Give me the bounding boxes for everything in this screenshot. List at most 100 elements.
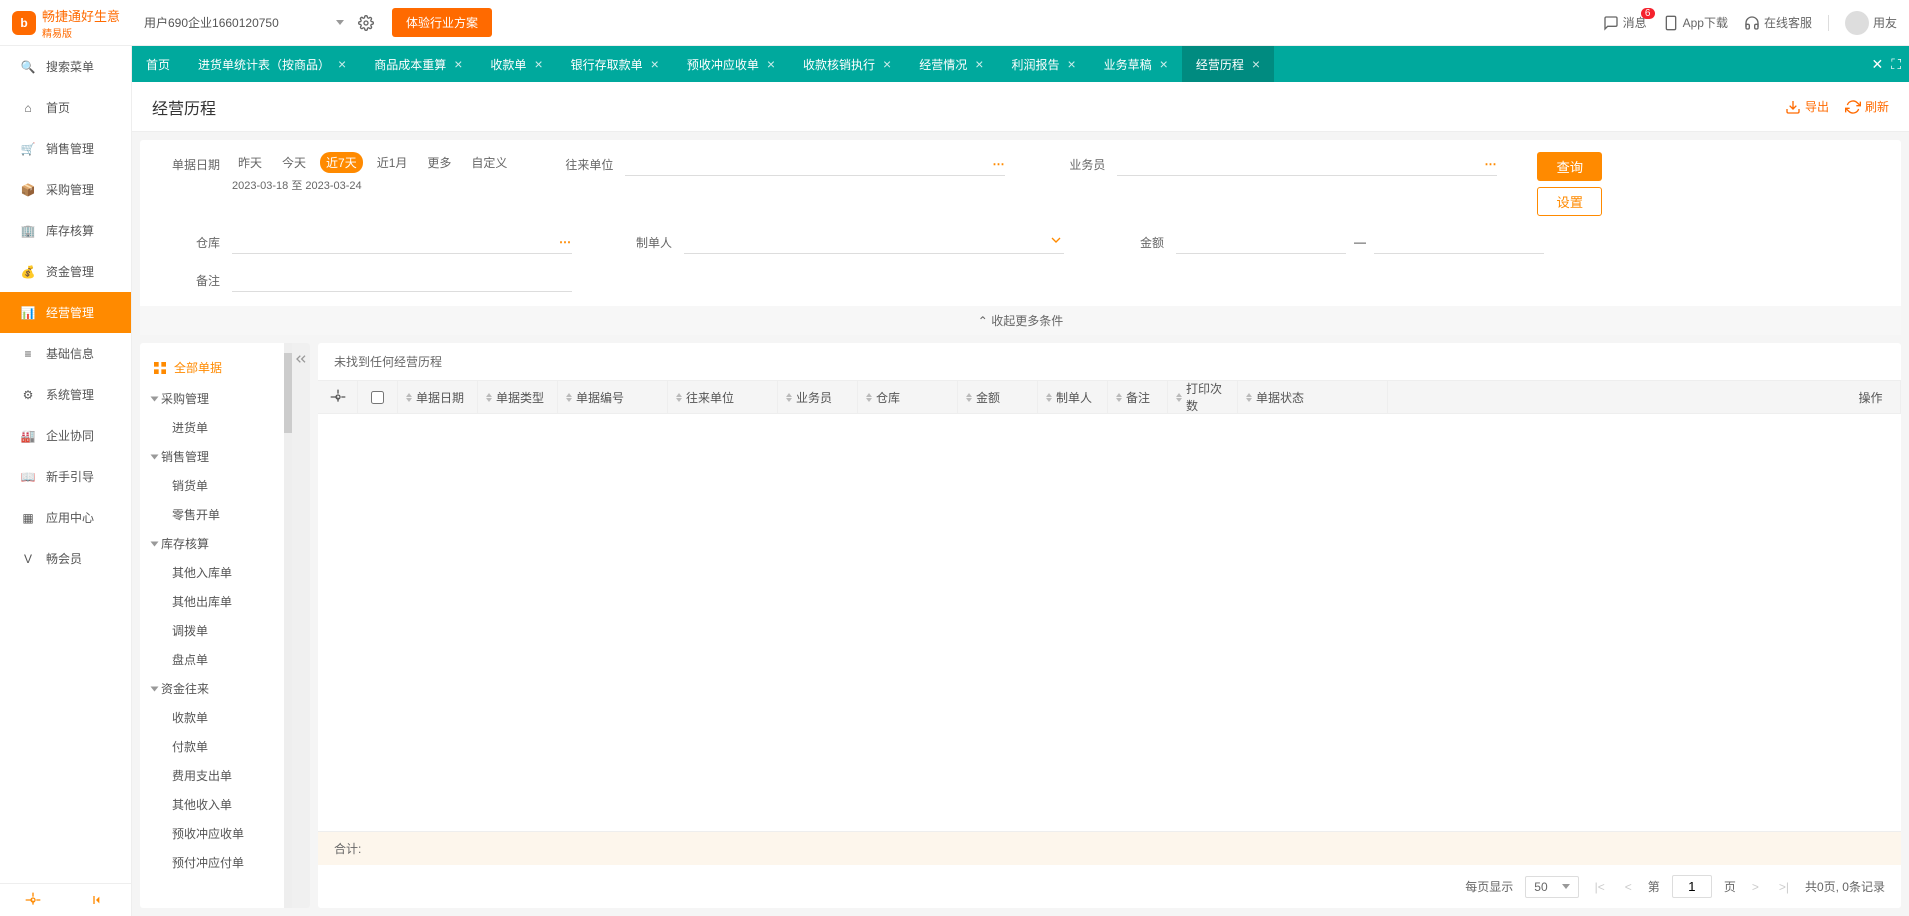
- date-option-3[interactable]: 近1月: [371, 152, 414, 173]
- tab-close-button[interactable]: ×: [1160, 56, 1168, 72]
- tree-item-1-0[interactable]: 销货单: [140, 471, 284, 500]
- date-option-4[interactable]: 更多: [421, 152, 457, 173]
- column-header-9[interactable]: 打印次数: [1168, 381, 1238, 413]
- collapse-filters-button[interactable]: ⌃ 收起更多条件: [140, 306, 1901, 335]
- enterprise-selector[interactable]: 用户690企业1660120750: [144, 9, 344, 37]
- settings-button[interactable]: [352, 9, 380, 37]
- sidebar-item-0[interactable]: 🔍搜索菜单: [0, 46, 131, 87]
- sidebar-item-8[interactable]: ⚙系统管理: [0, 374, 131, 415]
- tree-group-1[interactable]: 销售管理: [140, 442, 284, 471]
- all-docs-header[interactable]: 全部单据: [140, 351, 284, 384]
- tab-2[interactable]: 商品成本重算×: [360, 46, 476, 82]
- column-header-8[interactable]: 备注: [1108, 381, 1168, 413]
- tab-5[interactable]: 预收冲应收单×: [673, 46, 789, 82]
- setup-button[interactable]: 设置: [1537, 187, 1602, 216]
- warehouse-lookup-button[interactable]: ⋯: [559, 235, 572, 249]
- sidebar-settings-button[interactable]: [0, 892, 66, 908]
- next-page-button[interactable]: >: [1748, 880, 1763, 894]
- tree-item-1-1[interactable]: 零售开单: [140, 500, 284, 529]
- tab-9[interactable]: 业务草稿×: [1090, 46, 1182, 82]
- amount-from-input[interactable]: [1176, 230, 1346, 254]
- column-header-3[interactable]: 往来单位: [668, 381, 778, 413]
- column-header-11[interactable]: 操作: [1841, 381, 1901, 413]
- salesman-input-wrap[interactable]: ⋯: [1117, 152, 1497, 176]
- tree-item-3-5[interactable]: 预付冲应付单: [140, 848, 284, 877]
- sidebar-item-10[interactable]: 📖新手引导: [0, 456, 131, 497]
- partner-input-wrap[interactable]: ⋯: [625, 152, 1005, 176]
- tab-0[interactable]: 首页: [132, 46, 184, 82]
- tab-close-button[interactable]: ×: [975, 56, 983, 72]
- tree-group-0[interactable]: 采购管理: [140, 384, 284, 413]
- last-page-button[interactable]: >|: [1775, 880, 1793, 894]
- per-page-select[interactable]: 50: [1525, 876, 1578, 898]
- tree-item-3-4[interactable]: 预收冲应收单: [140, 819, 284, 848]
- tab-close-button[interactable]: ×: [534, 56, 542, 72]
- tab-1[interactable]: 进货单统计表（按商品）×: [184, 46, 360, 82]
- date-option-5[interactable]: 自定义: [465, 152, 513, 173]
- tab-close-button[interactable]: ×: [1067, 56, 1075, 72]
- column-header-4[interactable]: 业务员: [778, 381, 858, 413]
- tree-scrollbar[interactable]: [284, 343, 292, 908]
- tab-8[interactable]: 利润报告×: [997, 46, 1089, 82]
- tree-item-3-2[interactable]: 费用支出单: [140, 761, 284, 790]
- sidebar-item-9[interactable]: 🏭企业协同: [0, 415, 131, 456]
- select-all-checkbox[interactable]: [358, 381, 398, 413]
- column-header-5[interactable]: 仓库: [858, 381, 958, 413]
- column-header-10[interactable]: 单据状态: [1238, 381, 1388, 413]
- date-option-1[interactable]: 今天: [276, 152, 312, 173]
- sidebar-item-1[interactable]: ⌂首页: [0, 87, 131, 128]
- refresh-button[interactable]: 刷新: [1845, 98, 1889, 115]
- close-all-tabs-button[interactable]: ✕: [1871, 56, 1883, 73]
- trial-solution-button[interactable]: 体验行业方案: [392, 8, 492, 37]
- tree-item-3-3[interactable]: 其他收入单: [140, 790, 284, 819]
- date-option-0[interactable]: 昨天: [232, 152, 268, 173]
- scrollbar-thumb[interactable]: [284, 353, 292, 433]
- sidebar-item-3[interactable]: 📦采购管理: [0, 169, 131, 210]
- column-header-2[interactable]: 单据编号: [558, 381, 668, 413]
- sidebar-collapse-button[interactable]: [66, 892, 132, 908]
- query-button[interactable]: 查询: [1537, 152, 1602, 181]
- remark-input[interactable]: [232, 268, 572, 292]
- sidebar-item-4[interactable]: 🏢库存核算: [0, 210, 131, 251]
- tab-4[interactable]: 银行存取款单×: [557, 46, 673, 82]
- tab-close-button[interactable]: ×: [338, 56, 346, 72]
- salesman-input[interactable]: [1117, 152, 1484, 175]
- tree-item-2-3[interactable]: 盘点单: [140, 645, 284, 674]
- maker-input-wrap[interactable]: [684, 230, 1064, 254]
- tab-close-button[interactable]: ×: [767, 56, 775, 72]
- tab-close-button[interactable]: ×: [651, 56, 659, 72]
- first-page-button[interactable]: |<: [1591, 880, 1609, 894]
- maker-dropdown-button[interactable]: [1048, 232, 1064, 251]
- sidebar-item-2[interactable]: 🛒销售管理: [0, 128, 131, 169]
- tree-group-2[interactable]: 库存核算: [140, 529, 284, 558]
- tree-item-2-0[interactable]: 其他入库单: [140, 558, 284, 587]
- column-header-1[interactable]: 单据类型: [478, 381, 558, 413]
- tab-close-button[interactable]: ×: [883, 56, 891, 72]
- column-header-6[interactable]: 金额: [958, 381, 1038, 413]
- column-header-7[interactable]: 制单人: [1038, 381, 1108, 413]
- export-button[interactable]: 导出: [1785, 98, 1829, 115]
- date-option-2[interactable]: 近7天: [320, 152, 363, 173]
- tree-item-2-2[interactable]: 调拨单: [140, 616, 284, 645]
- prev-page-button[interactable]: <: [1621, 880, 1636, 894]
- tab-7[interactable]: 经营情况×: [905, 46, 997, 82]
- amount-to-input[interactable]: [1374, 230, 1544, 254]
- checkbox-input[interactable]: [371, 391, 384, 404]
- partner-lookup-button[interactable]: ⋯: [992, 157, 1005, 171]
- page-input[interactable]: [1672, 875, 1712, 898]
- online-service-button[interactable]: 在线客服: [1744, 14, 1812, 31]
- user-menu[interactable]: 用友: [1845, 11, 1897, 35]
- sidebar-item-6[interactable]: 📊经营管理: [0, 292, 131, 333]
- column-header-0[interactable]: 单据日期: [398, 381, 478, 413]
- tree-collapse-button[interactable]: [292, 343, 310, 908]
- tree-item-3-1[interactable]: 付款单: [140, 732, 284, 761]
- sidebar-item-7[interactable]: ≡基础信息: [0, 333, 131, 374]
- sidebar-item-11[interactable]: ▦应用中心: [0, 497, 131, 538]
- tab-close-button[interactable]: ×: [1252, 56, 1260, 72]
- sidebar-item-12[interactable]: V畅会员: [0, 538, 131, 579]
- fullscreen-button[interactable]: ⛶: [1891, 56, 1901, 73]
- warehouse-input[interactable]: [232, 230, 559, 253]
- partner-input[interactable]: [625, 152, 992, 175]
- messages-button[interactable]: 消息 6: [1603, 14, 1647, 31]
- tree-group-3[interactable]: 资金往来: [140, 674, 284, 703]
